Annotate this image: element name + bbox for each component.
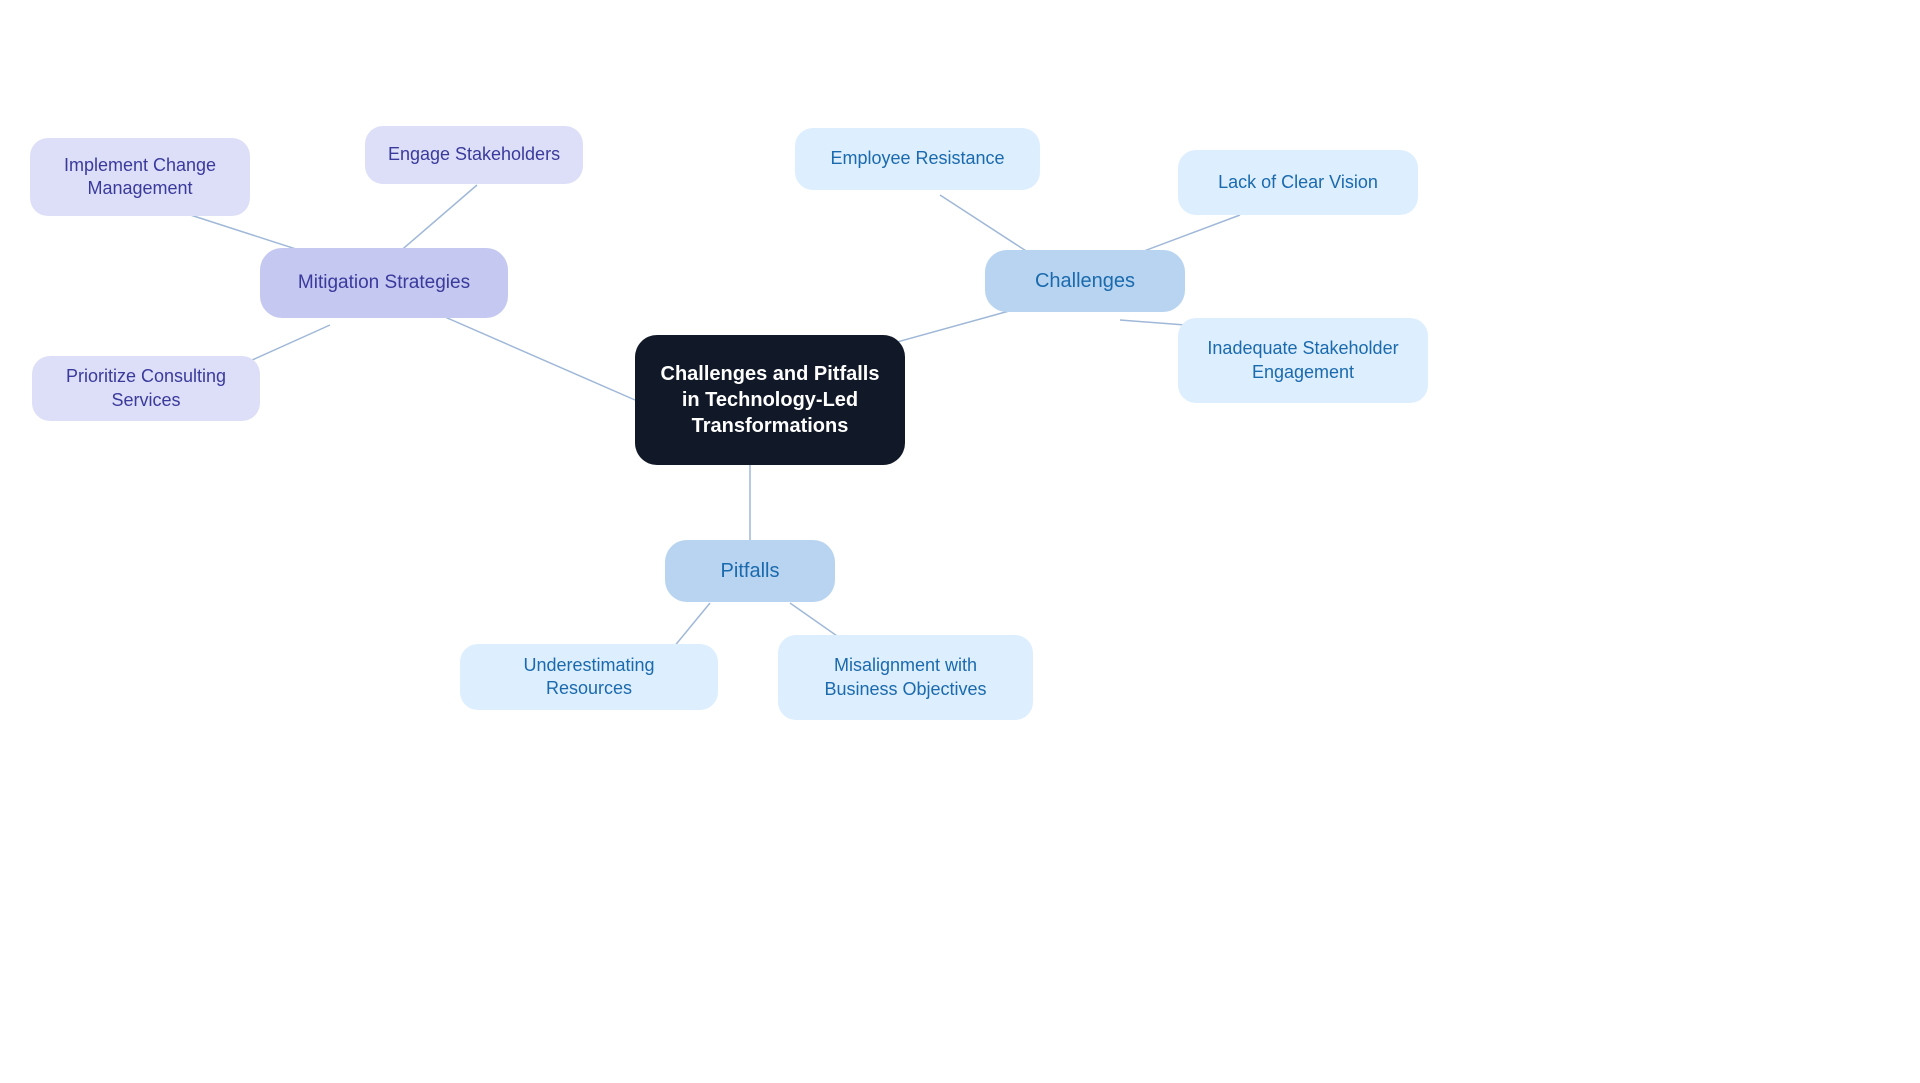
employee-resistance-node: Employee Resistance bbox=[795, 128, 1040, 190]
center-node: Challenges and Pitfalls in Technology-Le… bbox=[635, 335, 905, 465]
prioritize-consulting-label: Prioritize Consulting Services bbox=[50, 365, 242, 412]
challenges-label: Challenges bbox=[1035, 268, 1135, 294]
lack-of-vision-label: Lack of Clear Vision bbox=[1218, 171, 1378, 194]
misalignment-node: Misalignment with Business Objectives bbox=[778, 635, 1033, 720]
lack-of-vision-node: Lack of Clear Vision bbox=[1178, 150, 1418, 215]
implement-change-label: Implement Change Management bbox=[44, 154, 236, 201]
center-label: Challenges and Pitfalls in Technology-Le… bbox=[651, 361, 889, 439]
engage-stakeholders-label: Engage Stakeholders bbox=[388, 143, 560, 166]
underestimating-label: Underestimating Resources bbox=[478, 654, 700, 701]
inadequate-stakeholder-label: Inadequate Stakeholder Engagement bbox=[1196, 337, 1410, 384]
prioritize-consulting-node: Prioritize Consulting Services bbox=[32, 356, 260, 421]
underestimating-resources-node: Underestimating Resources bbox=[460, 644, 718, 710]
misalignment-label: Misalignment with Business Objectives bbox=[796, 654, 1015, 701]
pitfalls-label: Pitfalls bbox=[721, 558, 780, 584]
employee-resistance-label: Employee Resistance bbox=[830, 147, 1004, 170]
implement-change-node: Implement Change Management bbox=[30, 138, 250, 216]
mitigation-strategies-node: Mitigation Strategies bbox=[260, 248, 508, 318]
mitigation-label: Mitigation Strategies bbox=[298, 271, 470, 296]
challenges-node: Challenges bbox=[985, 250, 1185, 312]
inadequate-stakeholder-node: Inadequate Stakeholder Engagement bbox=[1178, 318, 1428, 403]
pitfalls-node: Pitfalls bbox=[665, 540, 835, 602]
engage-stakeholders-node: Engage Stakeholders bbox=[365, 126, 583, 184]
